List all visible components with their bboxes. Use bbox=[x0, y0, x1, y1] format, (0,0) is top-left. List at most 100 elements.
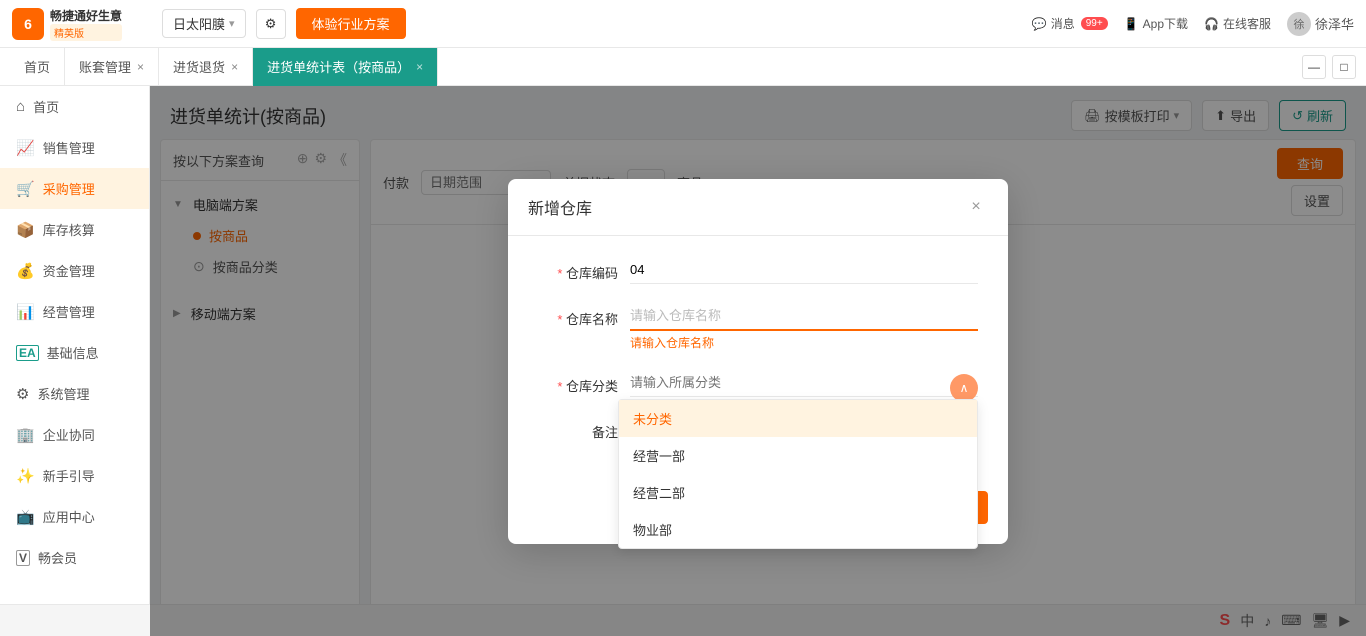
logo-area: 6 畅捷通好生意 精英版 bbox=[12, 7, 162, 41]
sidebar-item-sales-label: 销售管理 bbox=[43, 138, 95, 157]
sidebar-item-system[interactable]: ⚙ 系统管理 bbox=[0, 373, 149, 414]
tab-purchase-stats-label: 进货单统计表（按商品） bbox=[267, 57, 410, 76]
trial-button[interactable]: 体验行业方案 bbox=[296, 8, 406, 39]
chevron-down-icon: ▾ bbox=[229, 17, 235, 30]
sidebar-item-member-label: 畅会员 bbox=[38, 548, 77, 567]
notification-group[interactable]: 💬 消息 99+ bbox=[1032, 15, 1108, 32]
sidebar-item-purchase[interactable]: 🛒 采购管理 bbox=[0, 168, 149, 209]
user-name: 徐泽华 bbox=[1315, 14, 1354, 33]
sidebar-item-guide-label: 新手引导 bbox=[43, 466, 95, 485]
online-service-label: 在线客服 bbox=[1223, 15, 1271, 32]
new-warehouse-dialog: 新增仓库 × 仓库编码 bbox=[508, 179, 1008, 544]
app-download-label: App下载 bbox=[1143, 15, 1188, 32]
apps-icon: 📺 bbox=[16, 508, 35, 526]
basic-icon: EA bbox=[16, 345, 39, 361]
sidebar-item-operation[interactable]: 📊 经营管理 bbox=[0, 291, 149, 332]
sidebar-item-member[interactable]: V 畅会员 bbox=[0, 537, 149, 578]
dropdown-item-3[interactable]: 物业部 bbox=[619, 511, 977, 548]
avatar: 徐 bbox=[1287, 12, 1311, 36]
dialog-close-button[interactable]: × bbox=[964, 195, 988, 219]
code-label: 仓库编码 bbox=[538, 256, 618, 282]
finance-icon: 💰 bbox=[16, 262, 35, 280]
brand-name: 畅捷通好生意 bbox=[50, 7, 122, 24]
member-icon: V bbox=[16, 550, 30, 566]
sidebar-item-home[interactable]: ⌂ 首页 bbox=[0, 86, 149, 127]
sidebar-item-guide[interactable]: ✨ 新手引导 bbox=[0, 455, 149, 496]
tab-purchase-stats[interactable]: 进货单统计表（按商品） × bbox=[253, 48, 438, 86]
sidebar-item-inventory[interactable]: 📦 库存核算 bbox=[0, 209, 149, 250]
tab-purchase-return[interactable]: 进货退货 × bbox=[159, 48, 253, 86]
tab-purchase-return-close[interactable]: × bbox=[231, 60, 238, 74]
sidebar-item-basic-label: 基础信息 bbox=[47, 343, 99, 362]
sidebar-item-company[interactable]: 🏢 企业协同 bbox=[0, 414, 149, 455]
online-service-group[interactable]: 🎧 在线客服 bbox=[1204, 15, 1271, 32]
name-field-row: 仓库名称 请输入仓库名称 bbox=[538, 302, 978, 351]
inventory-icon: 📦 bbox=[16, 221, 35, 239]
content-area: 进货单统计(按商品) 🖨 按模板打印 ▾ ⬆ 导出 ↺ 刷新 bbox=[150, 86, 1366, 636]
app-logo: 6 bbox=[12, 8, 44, 40]
tab-home[interactable]: 首页 bbox=[10, 48, 65, 86]
category-field-row: 仓库分类 ∧ 未分类 经营一部 经营二部 物业部 bbox=[538, 369, 978, 397]
modal-overlay: 新增仓库 × 仓库编码 bbox=[150, 86, 1366, 636]
header-center: 日太阳膜 ▾ ⚙ 体验行业方案 bbox=[162, 8, 1032, 39]
mobile-icon: 📱 bbox=[1124, 17, 1139, 31]
sidebar-item-home-label: 首页 bbox=[33, 97, 59, 116]
brand-text: 畅捷通好生意 精英版 bbox=[50, 7, 122, 41]
top-header: 6 畅捷通好生意 精英版 日太阳膜 ▾ ⚙ 体验行业方案 💬 消息 99+ 📱 … bbox=[0, 0, 1366, 48]
tab-purchase-return-label: 进货退货 bbox=[173, 57, 225, 76]
sidebar-item-finance[interactable]: 💰 资金管理 bbox=[0, 250, 149, 291]
name-input[interactable] bbox=[630, 302, 978, 331]
dropdown-item-2[interactable]: 经营二部 bbox=[619, 474, 977, 511]
gear-icon: ⚙ bbox=[265, 16, 277, 32]
dropdown-item-0[interactable]: 未分类 bbox=[619, 400, 977, 437]
notification-icon: 💬 bbox=[1032, 17, 1047, 31]
tabs-bar: 首页 账套管理 × 进货退货 × 进货单统计表（按商品） × — □ bbox=[0, 48, 1366, 86]
minimize-button[interactable]: — bbox=[1302, 55, 1326, 79]
dropdown-item-1[interactable]: 经营一部 bbox=[619, 437, 977, 474]
name-error-message: 请输入仓库名称 bbox=[630, 334, 978, 351]
note-label-text: 备注 bbox=[592, 425, 618, 440]
category-input[interactable] bbox=[630, 369, 978, 397]
company-icon: 🏢 bbox=[16, 426, 35, 444]
sales-icon: 📈 bbox=[16, 139, 35, 157]
sidebar: ⌂ 首页 📈 销售管理 🛒 采购管理 📦 库存核算 💰 资金管理 📊 经营管理 … bbox=[0, 86, 150, 636]
tab-purchase-stats-close[interactable]: × bbox=[416, 60, 423, 74]
store-name: 日太阳膜 bbox=[173, 14, 225, 33]
category-label-text: 仓库分类 bbox=[566, 379, 618, 394]
sidebar-item-apps-label: 应用中心 bbox=[43, 507, 95, 526]
sidebar-item-apps[interactable]: 📺 应用中心 bbox=[0, 496, 149, 537]
app-download-group[interactable]: 📱 App下载 bbox=[1124, 15, 1188, 32]
dialog-title: 新增仓库 bbox=[528, 195, 592, 219]
note-label: 备注 bbox=[538, 415, 618, 441]
sidebar-item-basic[interactable]: EA 基础信息 bbox=[0, 332, 149, 373]
sidebar-item-operation-label: 经营管理 bbox=[43, 302, 95, 321]
sidebar-item-company-label: 企业协同 bbox=[43, 425, 95, 444]
store-selector[interactable]: 日太阳膜 ▾ bbox=[162, 9, 246, 38]
window-buttons: — □ bbox=[1302, 55, 1356, 79]
name-field: 请输入仓库名称 bbox=[630, 302, 978, 351]
dialog-header: 新增仓库 × bbox=[508, 179, 1008, 236]
notification-label: 消息 bbox=[1051, 15, 1075, 32]
guide-icon: ✨ bbox=[16, 467, 35, 485]
sidebar-item-purchase-label: 采购管理 bbox=[43, 179, 95, 198]
gear-button[interactable]: ⚙ bbox=[256, 9, 286, 39]
tab-account-close[interactable]: × bbox=[137, 60, 144, 74]
maximize-button[interactable]: □ bbox=[1332, 55, 1356, 79]
category-select-wrap: ∧ bbox=[630, 369, 978, 397]
category-dropdown-toggle[interactable]: ∧ bbox=[950, 374, 978, 402]
user-group[interactable]: 徐 徐泽华 bbox=[1287, 12, 1354, 36]
code-input[interactable] bbox=[630, 256, 978, 284]
dialog-body: 仓库编码 仓库名称 请输入仓库名称 bbox=[508, 236, 1008, 481]
code-label-text: 仓库编码 bbox=[566, 266, 618, 281]
purchase-icon: 🛒 bbox=[16, 180, 35, 198]
sidebar-item-system-label: 系统管理 bbox=[37, 384, 89, 403]
name-label-text: 仓库名称 bbox=[566, 312, 618, 327]
headset-icon: 🎧 bbox=[1204, 17, 1219, 31]
name-label: 仓库名称 bbox=[538, 302, 618, 328]
operation-icon: 📊 bbox=[16, 303, 35, 321]
tab-account[interactable]: 账套管理 × bbox=[65, 48, 159, 86]
tab-home-label: 首页 bbox=[24, 57, 50, 76]
code-field-row: 仓库编码 bbox=[538, 256, 978, 284]
sidebar-item-inventory-label: 库存核算 bbox=[43, 220, 95, 239]
sidebar-item-sales[interactable]: 📈 销售管理 bbox=[0, 127, 149, 168]
